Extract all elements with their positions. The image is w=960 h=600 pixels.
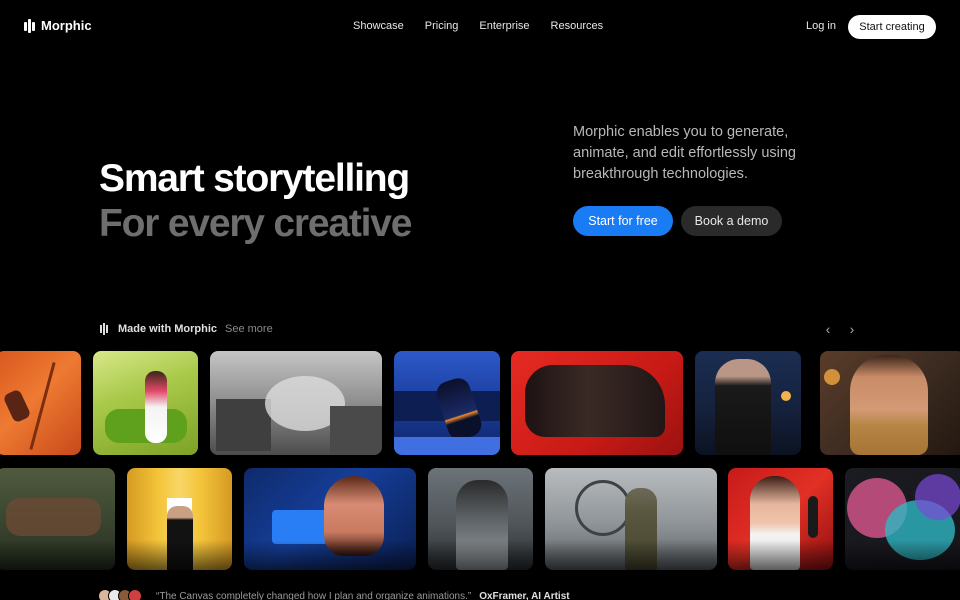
showcase-header: Made with Morphic See more	[100, 323, 273, 335]
showcase-tile-yellow-corridor[interactable]	[127, 468, 232, 570]
woman-figure	[145, 371, 167, 443]
start-creating-button[interactable]: Start creating	[848, 15, 936, 39]
nav-link-pricing[interactable]: Pricing	[425, 20, 459, 32]
couple-figure	[456, 480, 508, 570]
nav-link-enterprise[interactable]: Enterprise	[479, 20, 529, 32]
ferris-wheel	[575, 480, 631, 536]
chevron-right-icon[interactable]: ›	[845, 322, 859, 336]
showcase-tile-storm-houses[interactable]	[210, 351, 382, 455]
nav-link-resources[interactable]: Resources	[551, 20, 604, 32]
rock-crack	[29, 362, 56, 450]
balcony-floor	[394, 437, 500, 455]
man-figure	[715, 359, 771, 455]
chevron-left-icon[interactable]: ‹	[821, 322, 835, 336]
house-right	[330, 406, 382, 455]
morphic-logo-icon	[24, 18, 36, 33]
nav-link-showcase[interactable]: Showcase	[353, 20, 404, 32]
logo[interactable]: Morphic	[24, 18, 92, 33]
showcase-tile-climber[interactable]	[0, 351, 81, 455]
showcase-tile-couple-hug[interactable]	[428, 468, 533, 570]
cafe-lights	[824, 369, 840, 385]
hero-title: Smart storytelling For every creative	[99, 156, 412, 246]
soldier-figure	[625, 488, 657, 570]
tiger-figure	[525, 365, 665, 437]
morphic-logo-icon	[100, 323, 110, 335]
showcase-tile-woman-green-chair[interactable]	[93, 351, 198, 455]
nav-links: Showcase Pricing Enterprise Resources	[353, 20, 603, 32]
soldiers-group	[6, 498, 101, 536]
avatar-stack	[98, 589, 142, 600]
podcaster-figure	[750, 476, 800, 570]
camera-device	[272, 510, 328, 544]
top-navigation: Morphic Showcase Pricing Enterprise Reso…	[0, 0, 960, 54]
hero-title-line2: For every creative	[99, 202, 412, 245]
showcase-tile-man-night-street[interactable]	[695, 351, 801, 455]
showcase-tile-woman-camera[interactable]	[244, 468, 416, 570]
hero-description: Morphic enables you to generate, animate…	[573, 124, 797, 182]
testimonial-quote: “The Canvas completely changed how I pla…	[156, 590, 472, 600]
climber-figure	[2, 388, 32, 424]
person-sitting	[433, 375, 485, 443]
avatar	[128, 589, 142, 600]
showcase-tile-colorful-smoke[interactable]	[845, 468, 960, 570]
book-a-demo-button[interactable]: Book a demo	[681, 206, 782, 236]
microphone-icon	[808, 496, 818, 538]
showcase-tile-woman-podcast[interactable]	[728, 468, 833, 570]
showcase-label: Made with Morphic	[118, 323, 217, 335]
purple-smoke	[915, 474, 960, 520]
street-light	[781, 391, 791, 401]
showcase-tile-balcony-night[interactable]	[394, 351, 500, 455]
showcase-tile-ferris-wheel-soldier[interactable]	[545, 468, 717, 570]
showcase-tile-tiger[interactable]	[511, 351, 683, 455]
testimonial-author: OxFramer, AI Artist	[479, 590, 570, 600]
smiling-man-figure	[850, 355, 928, 455]
see-more-link[interactable]: See more	[225, 323, 273, 335]
start-for-free-button[interactable]: Start for free	[573, 206, 673, 236]
login-link[interactable]: Log in	[806, 20, 836, 32]
woman-face	[324, 476, 384, 556]
logo-text: Morphic	[41, 18, 92, 33]
testimonial: “The Canvas completely changed how I pla…	[98, 589, 570, 600]
hero-title-line1: Smart storytelling	[99, 157, 410, 200]
showcase-tile-battle-field[interactable]	[0, 468, 115, 570]
house-left	[216, 399, 271, 451]
showcase-tile-smiling-man[interactable]	[820, 351, 960, 455]
woman-suit-figure	[167, 506, 193, 570]
